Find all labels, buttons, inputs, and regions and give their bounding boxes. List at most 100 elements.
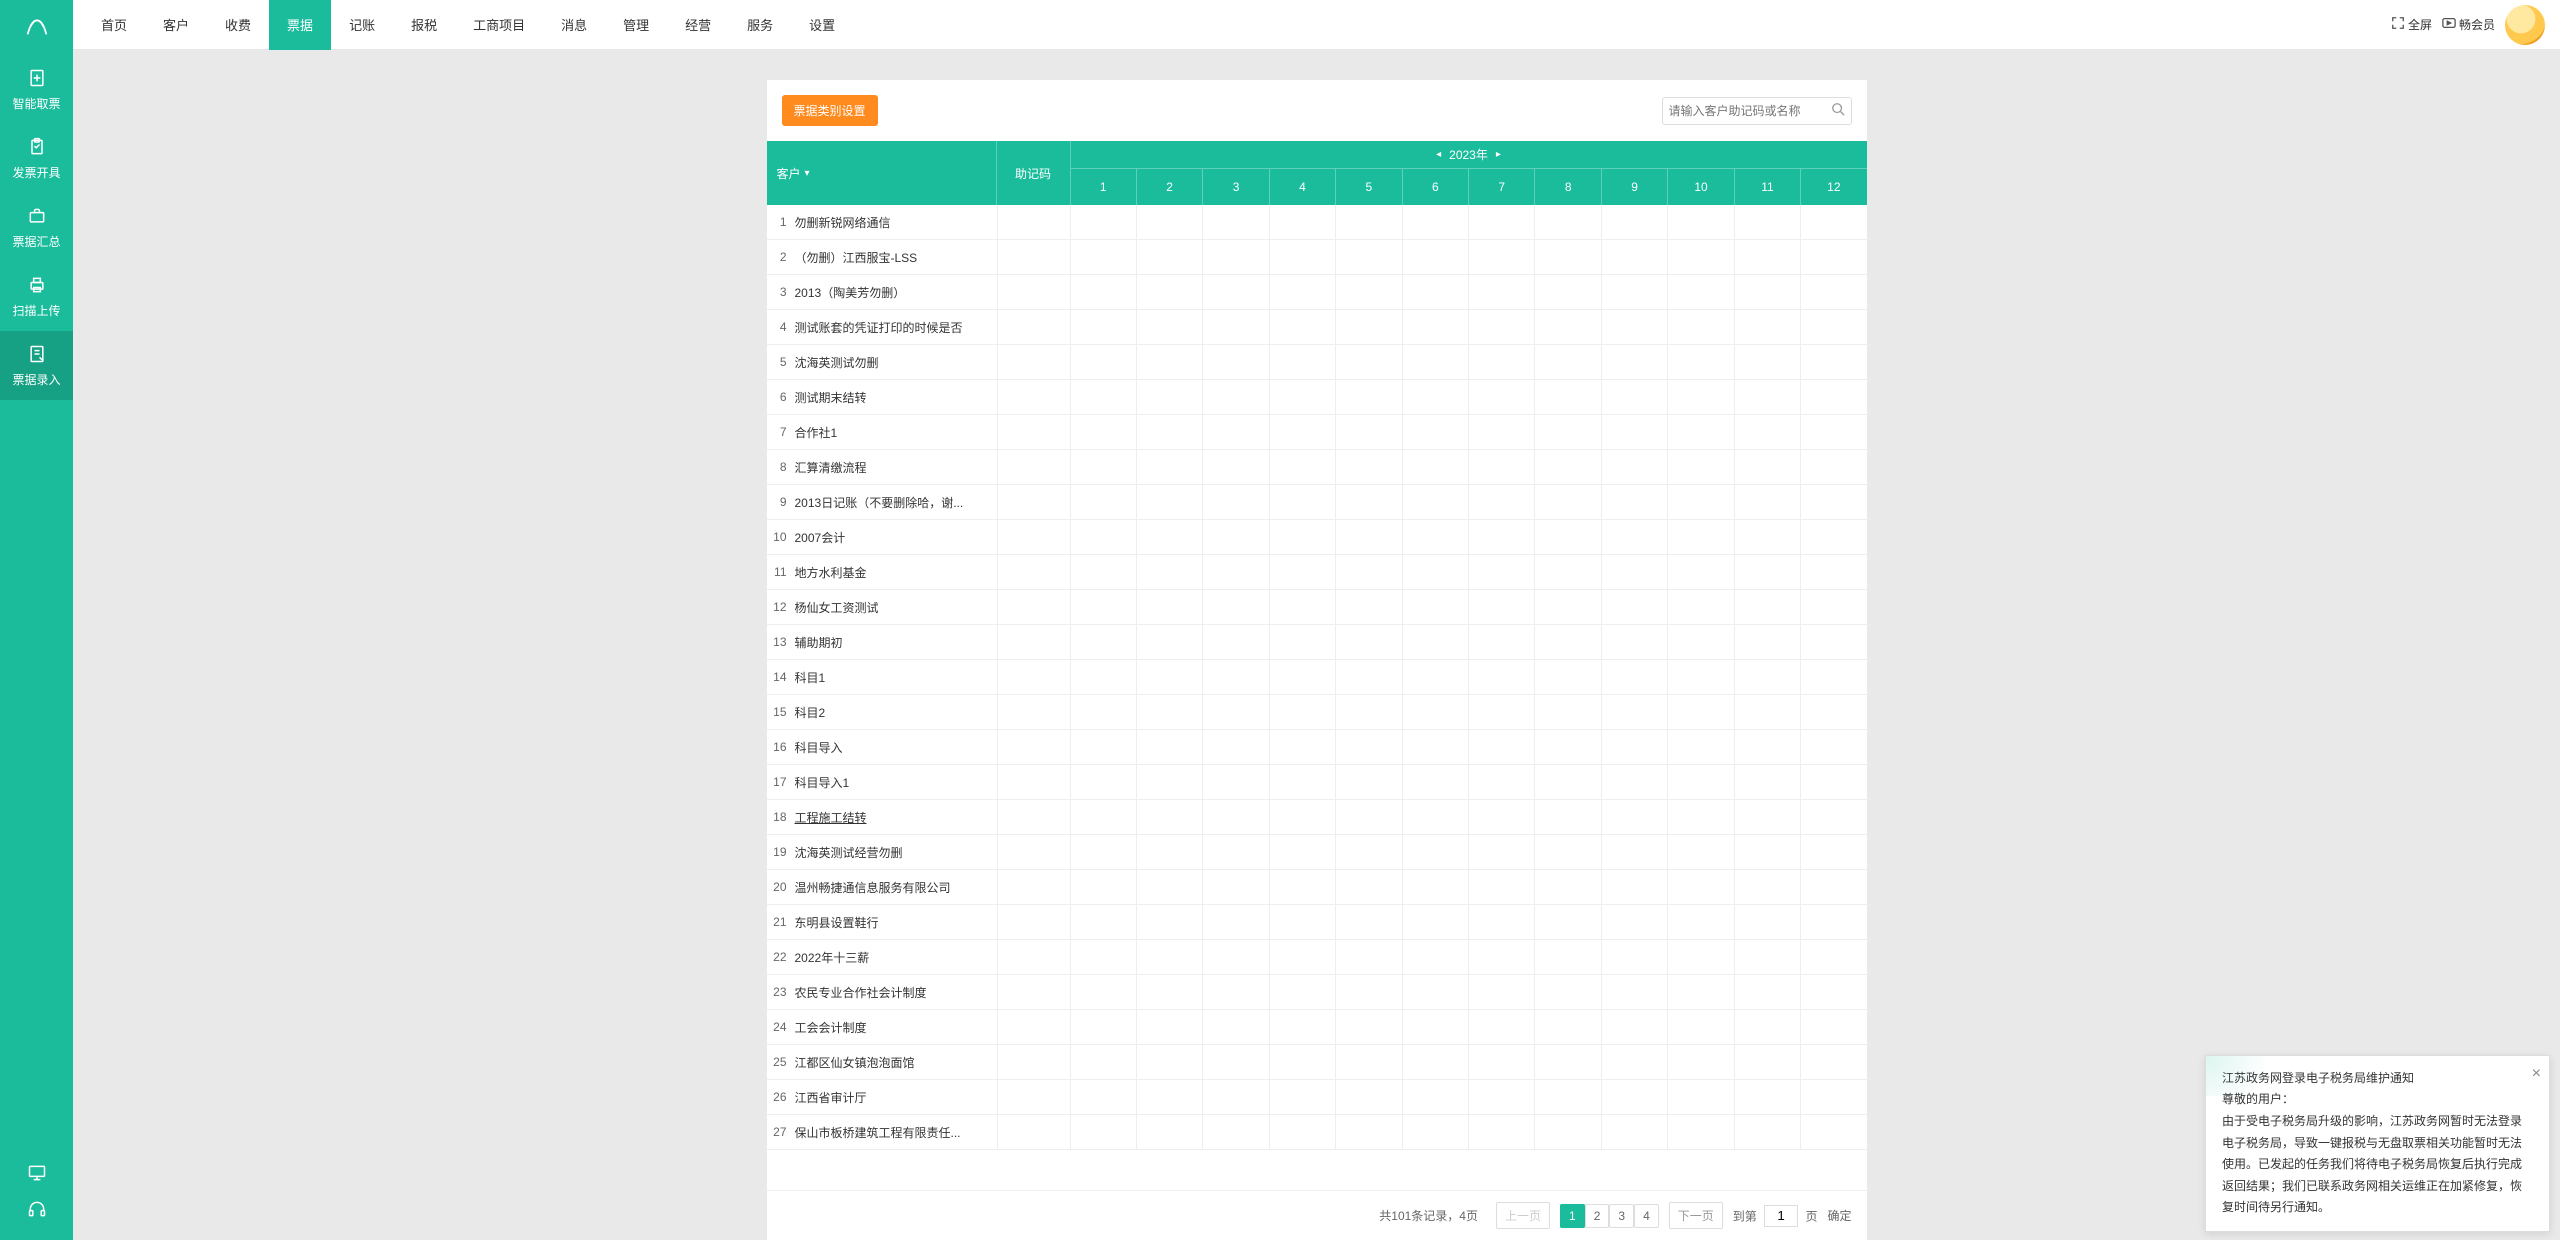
month-cell[interactable] [1137, 765, 1203, 799]
nav-item-6[interactable]: 工商项目 [455, 0, 543, 50]
month-cell[interactable] [1801, 415, 1866, 449]
month-cell[interactable] [1071, 310, 1137, 344]
month-cell[interactable] [1403, 730, 1469, 764]
customer-link[interactable]: 科目2 [795, 704, 826, 721]
month-cell[interactable] [1801, 1115, 1866, 1149]
month-cell[interactable] [1270, 625, 1336, 659]
col-customer[interactable]: 客户 ▾ [767, 141, 997, 205]
month-cell[interactable] [1403, 905, 1469, 939]
customer-name-cell[interactable]: 沈海英测试勿删 [791, 345, 997, 379]
month-cell[interactable] [1270, 800, 1336, 834]
month-cell[interactable] [1735, 520, 1801, 554]
month-cell[interactable] [1801, 1080, 1866, 1114]
month-cell[interactable] [1403, 695, 1469, 729]
month-cell[interactable] [1203, 625, 1269, 659]
month-cell[interactable] [1137, 345, 1203, 379]
year-prev-icon[interactable]: ◂ [1436, 149, 1441, 160]
month-cell[interactable] [1336, 275, 1402, 309]
month-cell[interactable] [1203, 940, 1269, 974]
month-cell[interactable] [1735, 205, 1801, 239]
month-header-7[interactable]: 7 [1468, 169, 1534, 205]
month-cell[interactable] [1602, 205, 1668, 239]
month-cell[interactable] [1602, 240, 1668, 274]
month-cell[interactable] [1535, 660, 1601, 694]
month-cell[interactable] [1469, 975, 1535, 1009]
month-cell[interactable] [1602, 590, 1668, 624]
nav-item-0[interactable]: 首页 [83, 0, 145, 50]
month-cell[interactable] [1270, 695, 1336, 729]
month-cell[interactable] [1336, 975, 1402, 1009]
month-cell[interactable] [1735, 870, 1801, 904]
month-cell[interactable] [1469, 310, 1535, 344]
month-cell[interactable] [1336, 555, 1402, 589]
month-cell[interactable] [1071, 800, 1137, 834]
month-cell[interactable] [1203, 730, 1269, 764]
month-header-6[interactable]: 6 [1402, 169, 1468, 205]
month-cell[interactable] [1137, 380, 1203, 414]
customer-name-cell[interactable]: 江西省审计厅 [791, 1080, 997, 1114]
month-cell[interactable] [1336, 240, 1402, 274]
month-cell[interactable] [1336, 1010, 1402, 1044]
month-cell[interactable] [1336, 940, 1402, 974]
month-cell[interactable] [1403, 1010, 1469, 1044]
month-cell[interactable] [1403, 835, 1469, 869]
month-cell[interactable] [1535, 555, 1601, 589]
month-cell[interactable] [1535, 450, 1601, 484]
nav-item-7[interactable]: 消息 [543, 0, 605, 50]
month-cell[interactable] [1137, 555, 1203, 589]
month-cell[interactable] [1801, 765, 1866, 799]
month-cell[interactable] [1137, 905, 1203, 939]
month-cell[interactable] [1071, 275, 1137, 309]
customer-name-cell[interactable]: 温州畅捷通信息服务有限公司 [791, 870, 997, 904]
month-cell[interactable] [1203, 415, 1269, 449]
customer-name-cell[interactable]: 科目导入 [791, 730, 997, 764]
month-cell[interactable] [1071, 1080, 1137, 1114]
month-cell[interactable] [1735, 835, 1801, 869]
month-cell[interactable] [1137, 485, 1203, 519]
sidebar-item-4[interactable]: 票据录入 [0, 331, 73, 400]
month-cell[interactable] [1668, 555, 1734, 589]
month-cell[interactable] [1668, 520, 1734, 554]
month-cell[interactable] [1668, 240, 1734, 274]
customer-link[interactable]: 东明县设置鞋行 [795, 914, 879, 931]
month-cell[interactable] [1403, 660, 1469, 694]
month-cell[interactable] [1403, 310, 1469, 344]
month-cell[interactable] [1735, 625, 1801, 659]
month-cell[interactable] [1535, 870, 1601, 904]
customer-name-cell[interactable]: 江都区仙女镇泡泡面馆 [791, 1045, 997, 1079]
customer-link[interactable]: 温州畅捷通信息服务有限公司 [795, 879, 951, 896]
month-cell[interactable] [1735, 1010, 1801, 1044]
month-cell[interactable] [1535, 835, 1601, 869]
month-cell[interactable] [1535, 1080, 1601, 1114]
month-cell[interactable] [1270, 940, 1336, 974]
page-number-3[interactable]: 3 [1609, 1204, 1634, 1228]
customer-name-cell[interactable]: 辅助期初 [791, 625, 997, 659]
month-cell[interactable] [1469, 905, 1535, 939]
month-cell[interactable] [1137, 975, 1203, 1009]
customer-link[interactable]: 辅助期初 [795, 634, 843, 651]
month-header-10[interactable]: 10 [1667, 169, 1733, 205]
month-cell[interactable] [1270, 555, 1336, 589]
month-cell[interactable] [1668, 275, 1734, 309]
headset-icon[interactable] [26, 1198, 48, 1220]
month-header-11[interactable]: 11 [1734, 169, 1800, 205]
month-cell[interactable] [1668, 1115, 1734, 1149]
month-cell[interactable] [1071, 695, 1137, 729]
nav-item-11[interactable]: 设置 [791, 0, 853, 50]
month-cell[interactable] [1735, 1115, 1801, 1149]
month-cell[interactable] [1403, 415, 1469, 449]
month-cell[interactable] [1801, 1010, 1866, 1044]
month-cell[interactable] [1203, 380, 1269, 414]
close-icon[interactable]: × [2532, 1060, 2541, 1089]
month-cell[interactable] [1203, 240, 1269, 274]
month-cell[interactable] [1602, 765, 1668, 799]
month-cell[interactable] [1668, 940, 1734, 974]
month-cell[interactable] [1336, 625, 1402, 659]
month-cell[interactable] [1469, 1080, 1535, 1114]
month-cell[interactable] [1071, 940, 1137, 974]
month-cell[interactable] [1801, 695, 1866, 729]
month-cell[interactable] [1403, 1080, 1469, 1114]
month-cell[interactable] [1668, 380, 1734, 414]
month-cell[interactable] [1270, 450, 1336, 484]
month-cell[interactable] [1535, 765, 1601, 799]
